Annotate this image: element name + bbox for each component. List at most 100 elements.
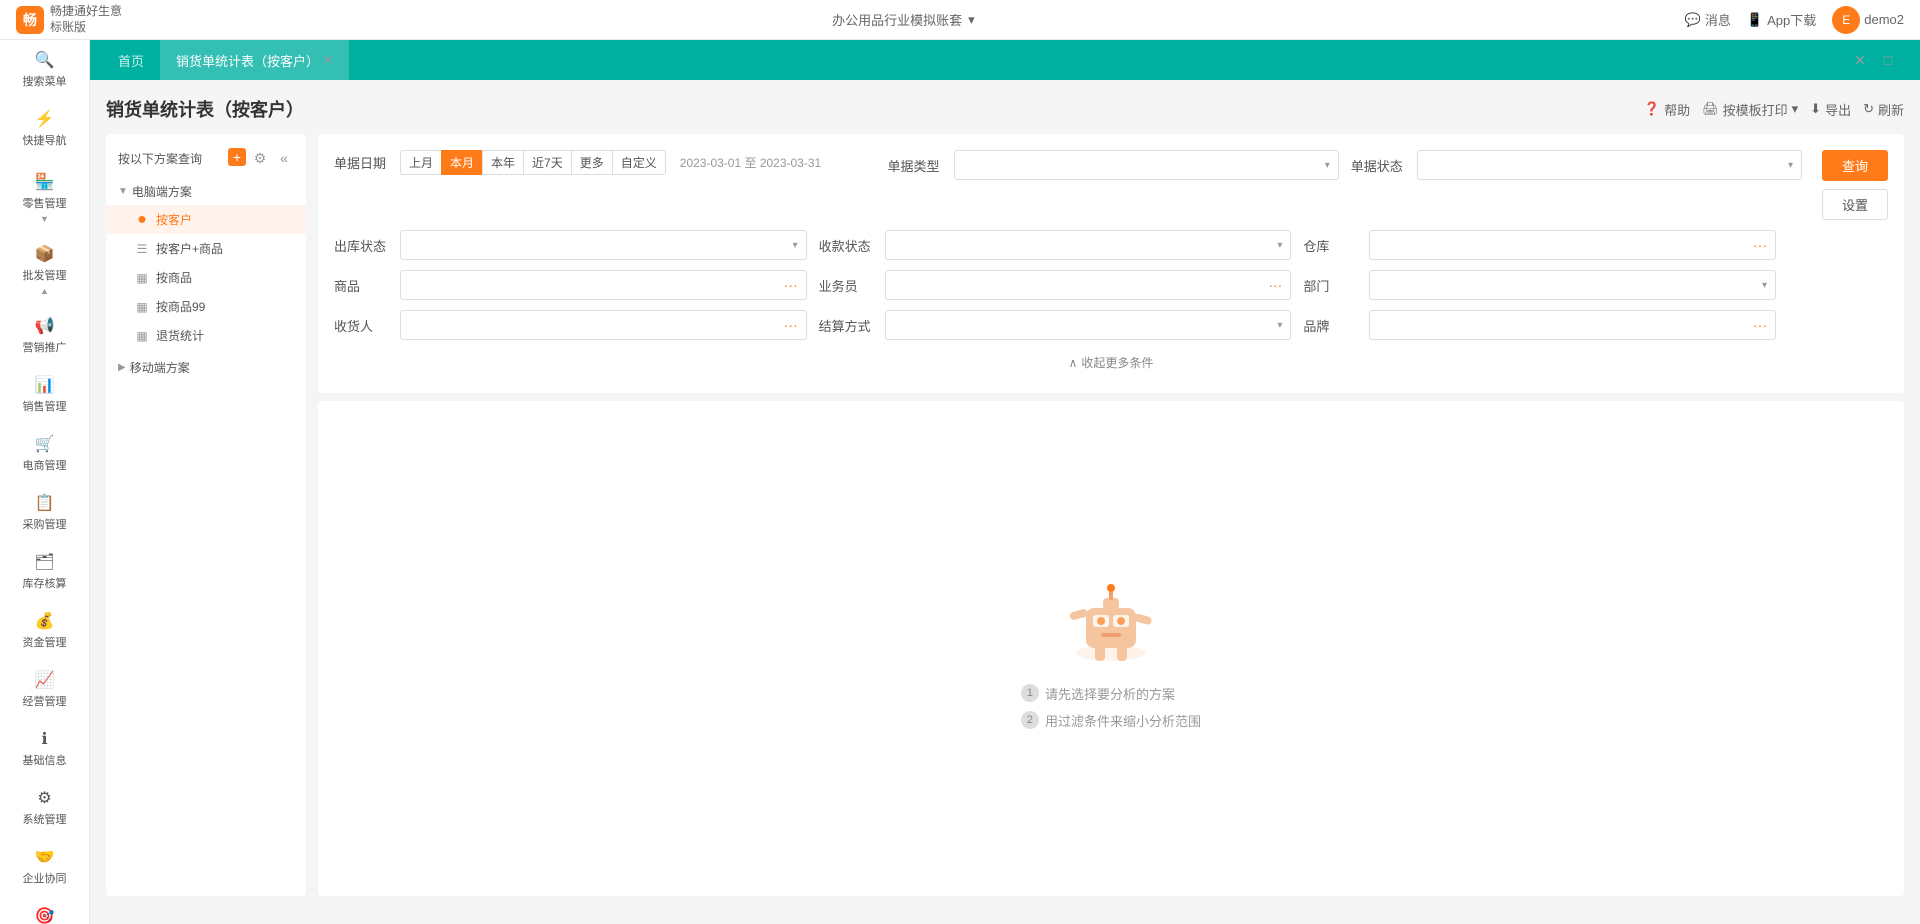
sidebar-item-search-menu[interactable]: 🔍 搜索菜单: [0, 40, 89, 99]
scheme-item-by-customer[interactable]: ● 按客户: [106, 205, 306, 234]
department-label: 部门: [1303, 276, 1363, 295]
sidebar-item-inventory-check[interactable]: 🗂 库存核算: [0, 542, 89, 601]
sidebar-item-purchase-mgmt[interactable]: 📋 采购管理: [0, 483, 89, 542]
out-status-label: 出库状态: [334, 236, 394, 255]
collapse-bar[interactable]: ∧ 收起更多条件: [334, 348, 1888, 377]
tab-sales-stats[interactable]: 销货单统计表（按客户） ✕: [160, 40, 349, 80]
empty-state: 1 请先选择要分析的方案 2 用过滤条件来缩小分析范围: [318, 401, 1904, 896]
scheme-section-mobile-header[interactable]: ▶ 移动端方案: [106, 354, 306, 381]
user-avatar-btn[interactable]: E demo2: [1832, 6, 1904, 34]
scheme-settings-btn[interactable]: ⚙: [250, 148, 270, 168]
sidebar-item-enterprise-coop[interactable]: 🤝 企业协同: [0, 837, 89, 896]
empty-tip-2: 2 用过滤条件来缩小分析范围: [1021, 711, 1201, 730]
order-status-label: 单据状态: [1351, 156, 1411, 175]
sidebar-item-marketing[interactable]: 📢 营销推广: [0, 306, 89, 365]
empty-icon: [1051, 568, 1171, 668]
page-content: 销货单统计表（按客户） ❓ 帮助 🖨 按模板打印 ▾ ⬇ 导出: [90, 80, 1920, 924]
scheme-item-by-product-99[interactable]: ▦ 按商品99: [106, 292, 306, 321]
warehouse-select[interactable]: ···: [1369, 230, 1776, 260]
brand-dots[interactable]: ···: [1753, 317, 1767, 333]
industry-template[interactable]: 办公用品行业模拟账套 ▾: [832, 10, 975, 29]
scheme-item-by-product[interactable]: ▦ 按商品: [106, 263, 306, 292]
department-select[interactable]: ▾: [1369, 270, 1776, 300]
scheme-item-return-stats[interactable]: ▦ 退货统计: [106, 321, 306, 350]
receiver-dots[interactable]: ···: [784, 317, 798, 333]
refresh-btn[interactable]: ↻ 刷新: [1863, 100, 1904, 119]
scheme-add-btn[interactable]: +: [228, 148, 246, 166]
avatar: E: [1832, 6, 1860, 34]
sidebar-item-operation-mgmt[interactable]: 📈 经营管理: [0, 660, 89, 719]
date-filter-group: 上月 本月 本年 近7天 更多 自定义: [400, 150, 666, 175]
order-status-select[interactable]: ▾: [1417, 150, 1802, 180]
product-dots[interactable]: ···: [784, 277, 798, 293]
right-panel: 单据日期 上月 本月 本年 近7天 更多 自定义 2023-03-01 至 20…: [318, 134, 1904, 896]
message-btn[interactable]: 💬 消息: [1685, 10, 1731, 29]
tab-window-controls: ✕ □: [1848, 48, 1908, 72]
receiver-select[interactable]: ···: [400, 310, 807, 340]
teal-tab-bar: 首页 销货单统计表（按客户） ✕ ✕ □: [90, 40, 1920, 80]
sidebar-item-retail-mgmt[interactable]: 🏪 零售管理 ▼: [0, 162, 89, 234]
order-type-select[interactable]: ▾: [954, 150, 1339, 180]
settlement-select[interactable]: ▾: [885, 310, 1292, 340]
query-button[interactable]: 查询: [1822, 150, 1888, 181]
date-btn-custom[interactable]: 自定义: [612, 150, 666, 175]
logo-icon: 畅: [16, 6, 44, 34]
page-actions: ❓ 帮助 🖨 按模板打印 ▾ ⬇ 导出 ↻ 刷新: [1644, 100, 1904, 119]
sidebar-item-quick-nav[interactable]: ⚡ 快捷导航: [0, 99, 89, 158]
scheme-section-mobile: ▶ 移动端方案: [106, 354, 306, 381]
main-layout: 🔍 搜索菜单 ⚡ 快捷导航 🏪 零售管理 ▼ 📦 批发管理 ▲ 📢 营销推广 📊…: [0, 40, 1920, 924]
scheme-header: 按以下方案查询 + ⚙ «: [106, 142, 306, 174]
empty-tips: 1 请先选择要分析的方案 2 用过滤条件来缩小分析范围: [1021, 684, 1201, 730]
scheme-item-by-customer-product[interactable]: ☰ 按客户+商品: [106, 234, 306, 263]
sidebar-item-wholesale-mgmt[interactable]: 📦 批发管理 ▲: [0, 234, 89, 306]
warehouse-dots[interactable]: ···: [1753, 237, 1767, 253]
app-download-btn[interactable]: 📱 App下载: [1747, 10, 1816, 29]
help-btn[interactable]: ❓ 帮助: [1644, 100, 1690, 119]
date-range-display: 2023-03-01 至 2023-03-31: [680, 154, 821, 171]
scheme-header-actions: + ⚙ «: [228, 148, 294, 168]
receive-status-label: 收款状态: [819, 236, 879, 255]
tab-home[interactable]: 首页: [102, 40, 160, 80]
scheme-section-desktop-header[interactable]: ▼ 电脑端方案: [106, 178, 306, 205]
order-type-label: 单据类型: [888, 156, 948, 175]
out-status-select[interactable]: ▾: [400, 230, 807, 260]
receive-status-select[interactable]: ▾: [885, 230, 1292, 260]
brand-select[interactable]: ···: [1369, 310, 1776, 340]
page-header: 销货单统计表（按客户） ❓ 帮助 🖨 按模板打印 ▾ ⬇ 导出: [106, 96, 1904, 122]
settlement-label: 结算方式: [819, 316, 879, 335]
sidebar-item-sales-mgmt[interactable]: 📊 销售管理: [0, 365, 89, 424]
scheme-panel: 按以下方案查询 + ⚙ « ▼ 电脑端方案 ●: [106, 134, 306, 896]
window-close-btn[interactable]: ✕: [1848, 48, 1872, 72]
date-btn-last-7-days[interactable]: 近7天: [523, 150, 571, 175]
action-btns: 查询 设置: [1822, 150, 1888, 220]
date-label: 单据日期: [334, 153, 394, 172]
sidebar-item-basic-info[interactable]: ℹ 基础信息: [0, 719, 89, 778]
top-bar-left: 畅 畅捷通好生意 标账版: [16, 4, 122, 35]
export-btn[interactable]: ⬇ 导出: [1810, 100, 1851, 119]
tab-close-btn[interactable]: ✕: [323, 53, 333, 67]
sidebar: 🔍 搜索菜单 ⚡ 快捷导航 🏪 零售管理 ▼ 📦 批发管理 ▲ 📢 营销推广 📊…: [0, 40, 90, 924]
settings-button[interactable]: 设置: [1822, 189, 1888, 220]
window-maximize-btn[interactable]: □: [1876, 48, 1900, 72]
logo-text: 畅捷通好生意 标账版: [50, 4, 122, 35]
sales-person-select[interactable]: ···: [885, 270, 1292, 300]
brand-label: 品牌: [1303, 316, 1363, 335]
date-btn-this-year[interactable]: 本年: [482, 150, 523, 175]
logo-box: 畅 畅捷通好生意 标账版: [16, 4, 122, 35]
sidebar-item-ecommerce-mgmt[interactable]: 🛒 电商管理: [0, 424, 89, 483]
empty-tip-1: 1 请先选择要分析的方案: [1021, 684, 1201, 703]
date-btn-last-month[interactable]: 上月: [400, 150, 441, 175]
sidebar-item-new-guide[interactable]: 🎯 新手引导: [0, 896, 89, 924]
date-btn-this-month[interactable]: 本月: [441, 150, 482, 175]
sales-person-dots[interactable]: ···: [1268, 277, 1282, 293]
product-label: 商品: [334, 276, 394, 295]
scheme-collapse-btn[interactable]: «: [274, 148, 294, 168]
print-template-btn[interactable]: 🖨 按模板打印 ▾: [1702, 100, 1798, 119]
date-btn-more[interactable]: 更多: [571, 150, 612, 175]
page-title: 销货单统计表（按客户）: [106, 96, 304, 122]
sidebar-item-finance-mgmt[interactable]: 💰 资金管理: [0, 601, 89, 660]
top-bar-right: 💬 消息 📱 App下载 E demo2: [1685, 6, 1904, 34]
sidebar-item-system-mgmt[interactable]: ⚙ 系统管理: [0, 778, 89, 837]
product-select[interactable]: ···: [400, 270, 807, 300]
scheme-section-desktop: ▼ 电脑端方案 ● 按客户 ☰ 按客户+商品 ▦: [106, 178, 306, 350]
